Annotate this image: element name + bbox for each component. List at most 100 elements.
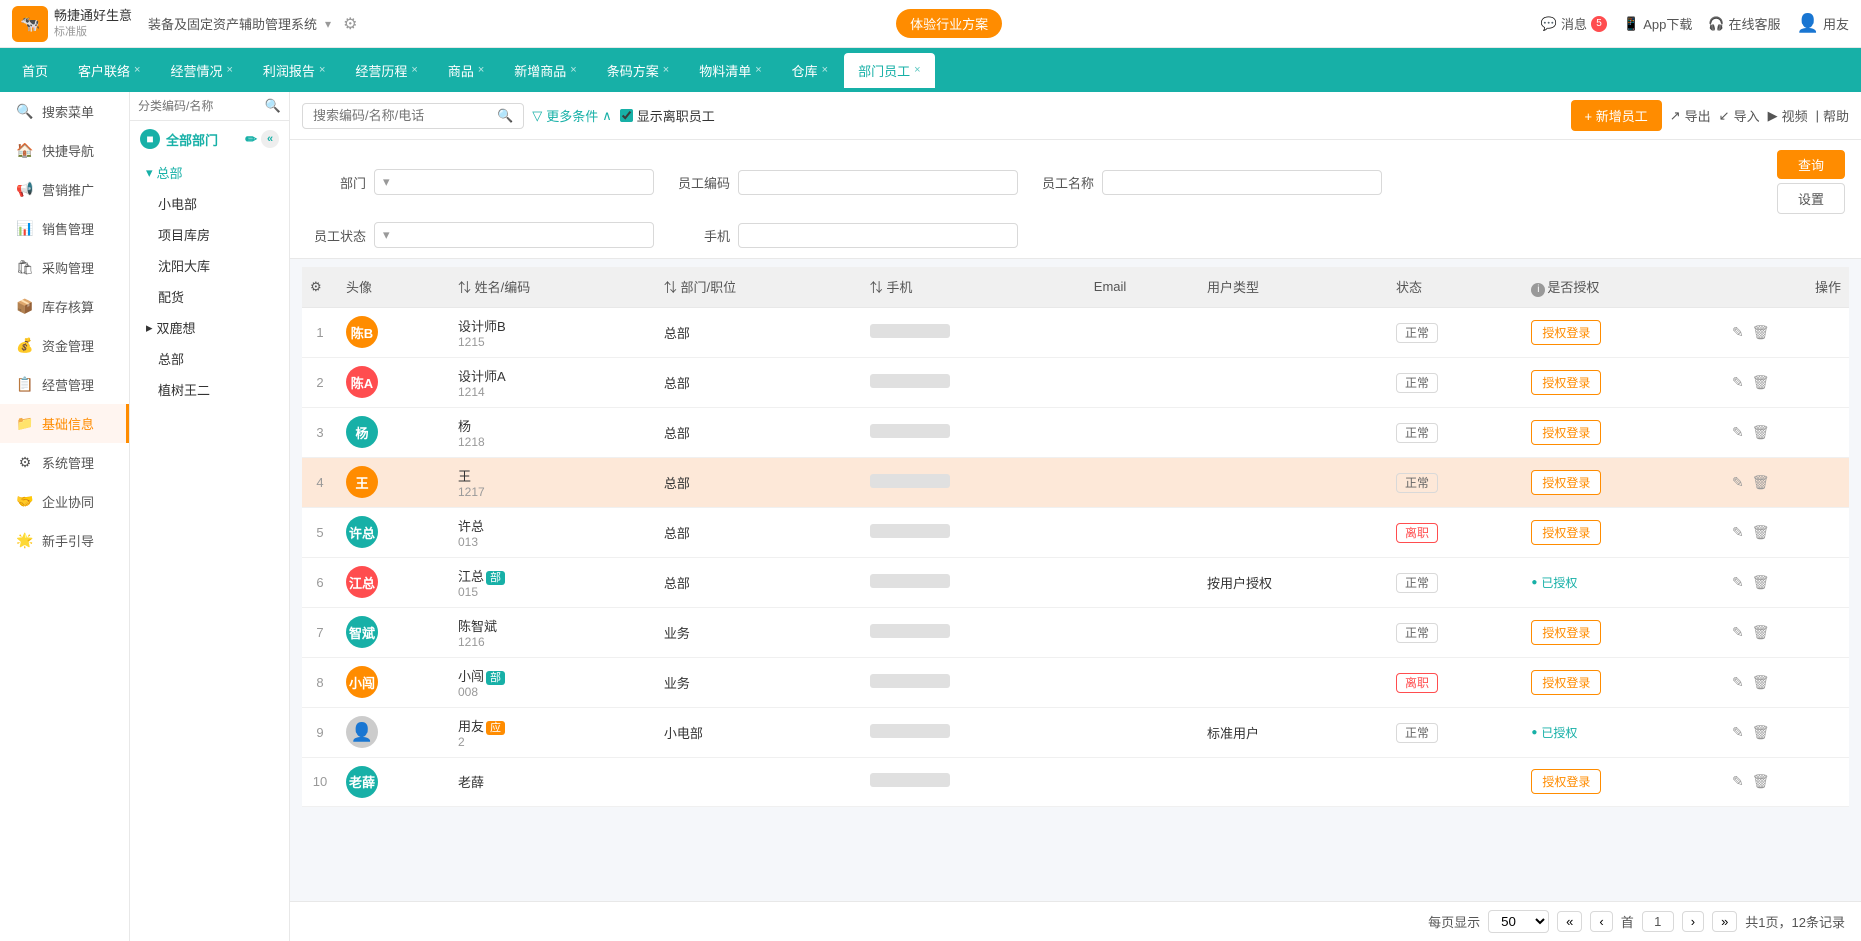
delete-btn[interactable]: 🗑 <box>1752 474 1770 491</box>
sidebar-item-basic[interactable]: 📁 基础信息 <box>0 404 129 443</box>
delete-btn[interactable]: 🗑 <box>1752 424 1770 441</box>
tab-bom[interactable]: 物料清单 × <box>685 53 775 88</box>
collapse-dept-icon[interactable]: « <box>261 130 279 148</box>
edit-btn[interactable]: ✎ <box>1732 724 1744 741</box>
edit-btn[interactable]: ✎ <box>1732 524 1744 541</box>
edit-btn[interactable]: ✎ <box>1732 574 1744 591</box>
tab-close-icon[interactable]: × <box>663 64 669 76</box>
tab-close-icon[interactable]: × <box>914 64 920 76</box>
online-service-item[interactable]: 🎧 在线客服 <box>1708 14 1780 33</box>
delete-btn[interactable]: 🗑 <box>1752 624 1770 641</box>
sidebar-item-nav[interactable]: 🏠 快捷导航 <box>0 131 129 170</box>
auth-button[interactable]: 授权登录 <box>1531 620 1601 645</box>
delete-btn[interactable]: 🗑 <box>1752 574 1770 591</box>
delete-btn[interactable]: 🗑 <box>1752 524 1770 541</box>
sidebar-item-sales[interactable]: 📊 销售管理 <box>0 209 129 248</box>
filter-phone-input[interactable] <box>738 223 1018 248</box>
export-button[interactable]: ↗ 导出 <box>1670 106 1711 125</box>
page-size-select[interactable]: 50 100 <box>1488 910 1549 933</box>
dept-tree-zhishu[interactable]: 植树王二 <box>130 374 289 405</box>
filter-emp-code-input[interactable] <box>738 170 1018 195</box>
tab-add-goods[interactable]: 新增商品 × <box>500 53 590 88</box>
help-button[interactable]: | 帮助 <box>1816 106 1849 125</box>
tab-close-icon[interactable]: × <box>319 64 325 76</box>
query-button[interactable]: 查询 <box>1777 150 1845 179</box>
dept-all-btn[interactable]: ■ 全部部门 ✏ « <box>130 121 289 157</box>
tab-goods[interactable]: 商品 × <box>434 53 498 88</box>
th-name[interactable]: ⇅ 姓名/编码 <box>450 267 656 307</box>
filter-emp-name-input[interactable] <box>1102 170 1382 195</box>
dept-tree-electronics[interactable]: 小电部 <box>130 188 289 219</box>
tab-dept-staff[interactable]: 部门员工 × <box>844 53 934 88</box>
edit-dept-icon[interactable]: ✏ <box>245 131 257 148</box>
show-resigned-input[interactable] <box>620 109 633 122</box>
auth-button[interactable]: 授权登录 <box>1531 320 1601 345</box>
next-page-btn[interactable]: › <box>1682 911 1704 932</box>
message-item[interactable]: 💬 消息 5 <box>1541 14 1607 33</box>
sidebar-item-operation[interactable]: 📋 经营管理 <box>0 365 129 404</box>
add-employee-button[interactable]: + 新增员工 <box>1571 100 1662 131</box>
filter-dept-select[interactable] <box>374 169 654 195</box>
tab-close-icon[interactable]: × <box>570 64 576 76</box>
view-button[interactable]: ▶ 视频 <box>1768 106 1808 125</box>
edit-btn[interactable]: ✎ <box>1732 424 1744 441</box>
edit-btn[interactable]: ✎ <box>1732 324 1744 341</box>
tab-business[interactable]: 经营情况 × <box>156 53 246 88</box>
tab-close-icon[interactable]: × <box>134 64 140 76</box>
system-dropdown-icon[interactable]: ▾ <box>325 17 331 31</box>
prev-page-btn[interactable]: ‹ <box>1590 911 1612 932</box>
more-filter-btn[interactable]: ▽ 更多条件 ∧ <box>532 106 612 125</box>
sidebar-item-search[interactable]: 🔍 搜索菜单 <box>0 92 129 131</box>
auth-button[interactable]: 授权登录 <box>1531 670 1601 695</box>
first-page-btn[interactable]: « <box>1557 911 1582 932</box>
tab-barcode[interactable]: 条码方案 × <box>593 53 683 88</box>
dept-tree-shenyang[interactable]: 沈阳大库 <box>130 250 289 281</box>
sidebar-item-purchase[interactable]: 🛍 采购管理 <box>0 248 129 287</box>
delete-btn[interactable]: 🗑 <box>1752 374 1770 391</box>
dept-tree-zongbu[interactable]: 总部 <box>130 343 289 374</box>
search-input[interactable] <box>313 108 493 123</box>
edit-btn[interactable]: ✎ <box>1732 674 1744 691</box>
last-page-btn[interactable]: » <box>1712 911 1737 932</box>
delete-btn[interactable]: 🗑 <box>1752 324 1770 341</box>
edit-btn[interactable]: ✎ <box>1732 474 1744 491</box>
dept-search-input[interactable] <box>138 99 261 113</box>
dept-tree-project[interactable]: 项目库房 <box>130 219 289 250</box>
trial-button[interactable]: 体验行业方案 <box>896 9 1002 38</box>
delete-btn[interactable]: 🗑 <box>1752 773 1770 790</box>
delete-btn[interactable]: 🗑 <box>1752 724 1770 741</box>
auth-button[interactable]: 授权登录 <box>1531 769 1601 794</box>
sidebar-item-finance[interactable]: 💰 资金管理 <box>0 326 129 365</box>
show-resigned-checkbox[interactable]: 显示离职员工 <box>620 106 715 125</box>
tab-customer[interactable]: 客户联络 × <box>64 53 154 88</box>
delete-btn[interactable]: 🗑 <box>1752 674 1770 691</box>
th-setting[interactable]: ⚙ <box>302 267 338 307</box>
tab-close-icon[interactable]: × <box>478 64 484 76</box>
filter-emp-status-select[interactable] <box>374 222 654 248</box>
tab-profit[interactable]: 利润报告 × <box>249 53 339 88</box>
tab-close-icon[interactable]: × <box>226 64 232 76</box>
app-download-item[interactable]: 📱 App下载 <box>1623 14 1692 33</box>
sidebar-item-marketing[interactable]: 📢 营销推广 <box>0 170 129 209</box>
tab-home[interactable]: 首页 <box>8 53 62 88</box>
dept-tree-distribution[interactable]: 配货 <box>130 281 289 312</box>
edit-btn[interactable]: ✎ <box>1732 624 1744 641</box>
tab-close-icon[interactable]: × <box>411 64 417 76</box>
tab-close-icon[interactable]: × <box>755 64 761 76</box>
auth-button[interactable]: 授权登录 <box>1531 470 1601 495</box>
auth-button[interactable]: 授权登录 <box>1531 370 1601 395</box>
settings-icon[interactable]: ⚙ <box>343 14 357 34</box>
tab-close-icon[interactable]: × <box>822 64 828 76</box>
th-dept[interactable]: ⇅ 部门/职位 <box>656 267 862 307</box>
edit-btn[interactable]: ✎ <box>1732 374 1744 391</box>
user-avatar-item[interactable]: 👤 用友 <box>1797 13 1849 34</box>
sidebar-item-inventory[interactable]: 📦 库存核算 <box>0 287 129 326</box>
sidebar-item-system[interactable]: ⚙ 系统管理 <box>0 443 129 482</box>
dept-tree-general[interactable]: ▾ 总部 <box>130 157 289 188</box>
setting-button[interactable]: 设置 <box>1777 183 1845 214</box>
th-phone[interactable]: ⇅ 手机 <box>862 267 1086 307</box>
import-button[interactable]: ↙ 导入 <box>1719 106 1760 125</box>
auth-button[interactable]: 授权登录 <box>1531 520 1601 545</box>
edit-btn[interactable]: ✎ <box>1732 773 1744 790</box>
tab-history[interactable]: 经营历程 × <box>341 53 431 88</box>
